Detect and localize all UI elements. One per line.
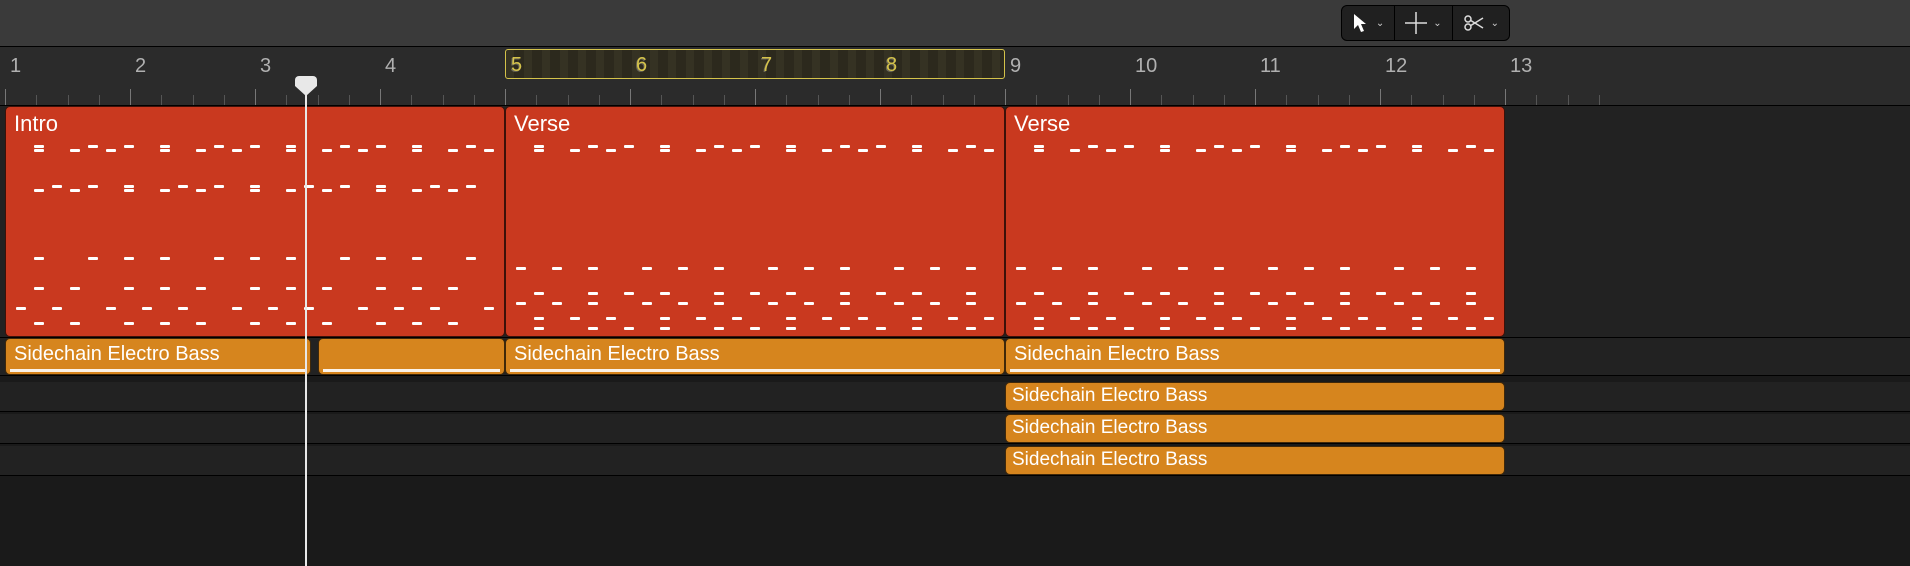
- chevron-down-icon: ⌄: [1491, 18, 1499, 29]
- bar-number: 12: [1385, 55, 1407, 78]
- audio-loop-region[interactable]: [318, 338, 506, 375]
- chevron-down-icon: ⌄: [1433, 18, 1441, 29]
- bar-number: 3: [260, 55, 271, 78]
- scissors-tool-button[interactable]: ⌄: [1453, 6, 1509, 40]
- region-label: Sidechain Electro Bass: [1012, 385, 1207, 407]
- tool-group: ⌄ ⌄ ⌄: [1341, 5, 1510, 41]
- crosshair-icon: [1405, 12, 1427, 34]
- region-label: Sidechain Electro Bass: [514, 343, 720, 366]
- region-label: Verse: [514, 111, 570, 137]
- timeline-ruler[interactable]: 12345678910111213 5678: [0, 46, 1910, 106]
- bar-number: 8: [886, 54, 897, 77]
- region-label: Sidechain Electro Bass: [1012, 449, 1207, 471]
- region-label: Verse: [1014, 111, 1070, 137]
- region-label: Sidechain Electro Bass: [1014, 343, 1220, 366]
- marquee-tool-button[interactable]: ⌄: [1395, 6, 1452, 40]
- bar-number: 13: [1510, 55, 1532, 78]
- bar-number: 4: [385, 55, 396, 78]
- track-row[interactable]: Intro Verse Verse: [0, 106, 1910, 338]
- bar-number: 10: [1135, 55, 1157, 78]
- bar-number: 7: [761, 54, 772, 77]
- audio-loop-region[interactable]: Sidechain Electro Bass: [1005, 382, 1505, 411]
- midi-region[interactable]: Intro: [5, 106, 505, 337]
- bar-number: 2: [135, 55, 146, 78]
- bar-number: 5: [511, 54, 522, 77]
- region-label: Intro: [14, 111, 58, 137]
- chevron-down-icon: ⌄: [1376, 18, 1384, 29]
- audio-loop-region[interactable]: Sidechain Electro Bass: [1005, 414, 1505, 443]
- pointer-tool-button[interactable]: ⌄: [1342, 6, 1395, 40]
- bar-number: 11: [1260, 55, 1281, 78]
- bar-number: 9: [1010, 55, 1021, 78]
- tracks-area[interactable]: IntroVerseVerseSidechain Electro BassSid…: [0, 106, 1910, 566]
- track-row[interactable]: Sidechain Electro Bass: [0, 414, 1910, 444]
- midi-region[interactable]: Verse: [505, 106, 1005, 337]
- track-row[interactable]: Sidechain Electro Bass: [0, 382, 1910, 412]
- bar-number: 1: [10, 55, 21, 78]
- toolbar: ⌄ ⌄ ⌄: [0, 0, 1910, 46]
- midi-region[interactable]: Verse: [1005, 106, 1505, 337]
- region-label: Sidechain Electro Bass: [14, 343, 220, 366]
- pointer-icon: [1352, 13, 1370, 33]
- track-row[interactable]: Sidechain Electro Bass Sidechain Electro …: [0, 338, 1910, 376]
- audio-loop-region[interactable]: Sidechain Electro Bass: [1005, 338, 1505, 375]
- scissors-icon: [1463, 14, 1485, 32]
- region-label: Sidechain Electro Bass: [1012, 417, 1207, 439]
- audio-loop-region[interactable]: Sidechain Electro Bass: [5, 338, 311, 375]
- bar-number: 6: [636, 54, 647, 77]
- cycle-region[interactable]: 5 6 7 8: [505, 49, 1005, 79]
- track-row[interactable]: Sidechain Electro Bass: [0, 446, 1910, 476]
- audio-loop-region[interactable]: Sidechain Electro Bass: [1005, 446, 1505, 475]
- playhead[interactable]: [305, 76, 307, 566]
- audio-loop-region[interactable]: Sidechain Electro Bass: [505, 338, 1005, 375]
